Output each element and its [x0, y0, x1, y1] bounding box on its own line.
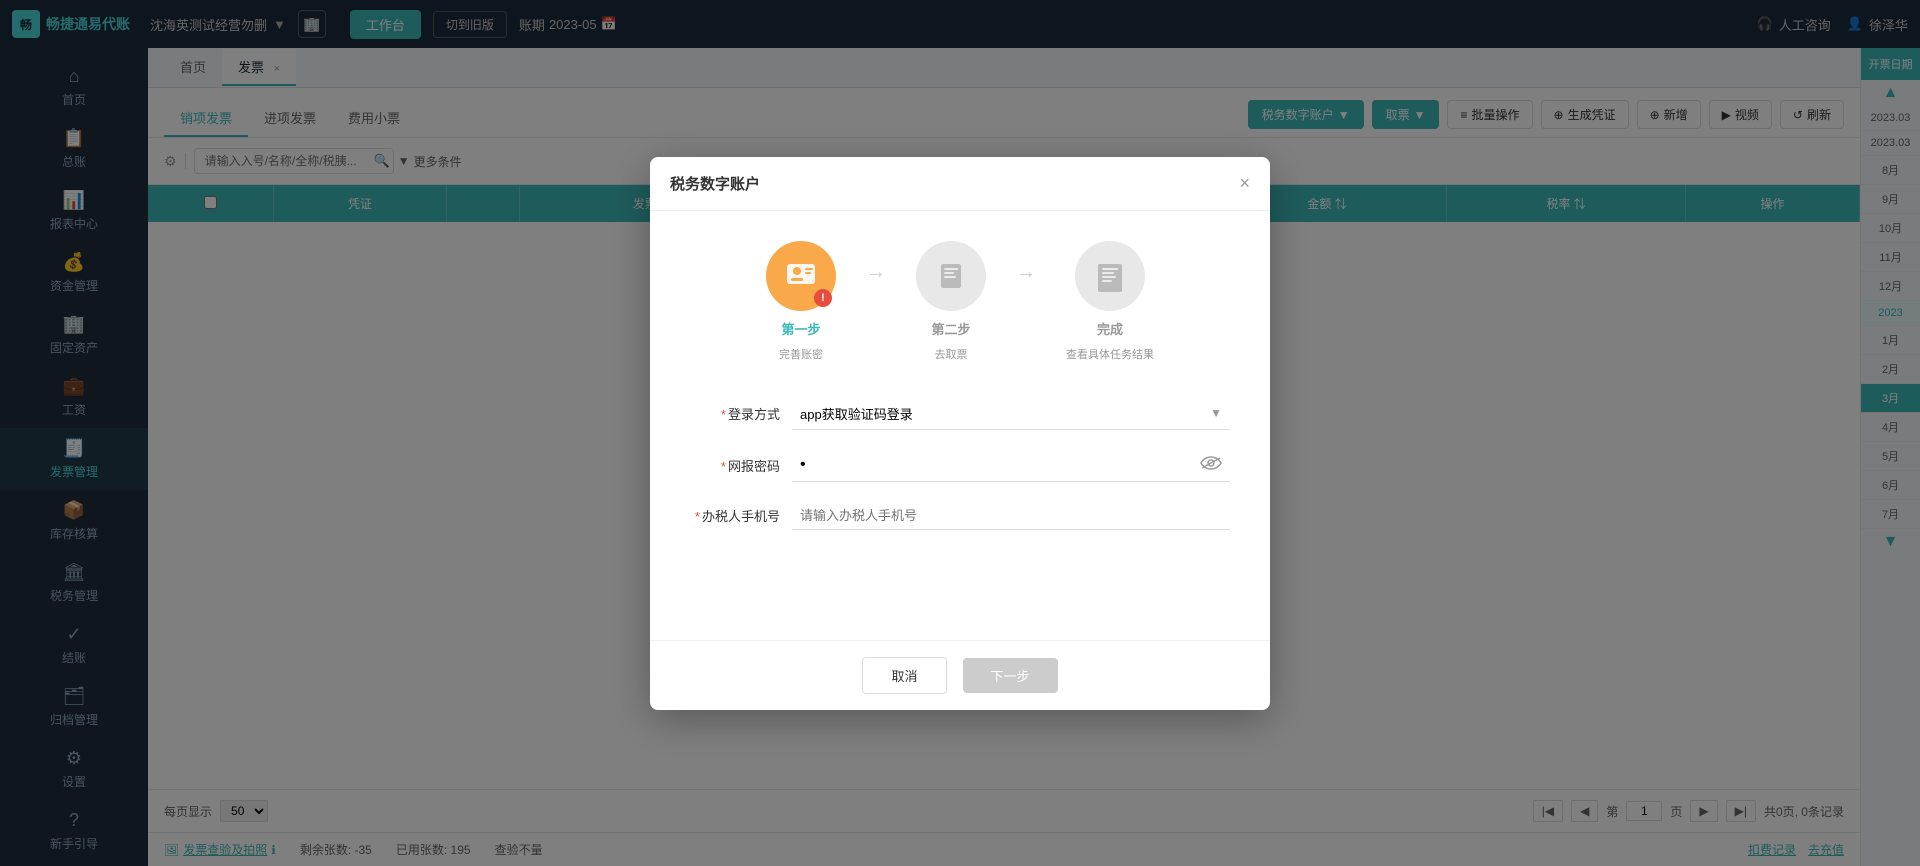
password-row: 网报密码 — [690, 450, 1230, 482]
next-btn[interactable]: 下一步 — [963, 658, 1058, 693]
step-2-label: 第二步 — [931, 319, 970, 338]
login-method-row: 登录方式 app获取验证码登录 ▼ — [690, 398, 1230, 430]
step-2-desc: 去取票 — [935, 346, 968, 362]
steps-container: ! 第一步 完善账密 → — [690, 241, 1230, 362]
step-3-icon — [1075, 241, 1145, 311]
modal-dialog: 税务数字账户 × ! — [650, 157, 1270, 710]
password-field — [792, 450, 1230, 482]
step-1-badge-text: ! — [821, 292, 825, 304]
step-1-desc: 完善账密 — [779, 346, 823, 362]
modal-footer: 取消 下一步 — [650, 640, 1270, 710]
modal-title: 税务数字账户 — [670, 173, 760, 194]
modal-body: ! 第一步 完善账密 → — [650, 211, 1270, 640]
step-2-svg — [933, 258, 969, 294]
step-3-label: 完成 — [1097, 319, 1123, 338]
step-2-icon — [916, 241, 986, 311]
step-2: 第二步 去取票 — [916, 241, 986, 362]
phone-label: 办税人手机号 — [690, 506, 780, 525]
step-3: 完成 查看具体任务结果 — [1066, 241, 1154, 362]
cancel-btn[interactable]: 取消 — [862, 657, 946, 694]
spacer — [690, 550, 1230, 610]
modal-close-btn[interactable]: × — [1239, 174, 1250, 192]
login-method-selector[interactable]: app获取验证码登录 ▼ — [792, 398, 1230, 430]
step-3-svg — [1092, 258, 1128, 294]
modal-overlay: 税务数字账户 × ! — [0, 0, 1920, 866]
login-method-label: 登录方式 — [690, 404, 780, 423]
step-3-desc: 查看具体任务结果 — [1066, 346, 1154, 362]
password-input[interactable] — [800, 456, 1192, 474]
phone-field — [792, 502, 1230, 530]
step-1-svg — [783, 258, 819, 294]
step-arrow-2: → — [986, 261, 1066, 284]
login-method-value: app获取验证码登录 — [800, 404, 913, 423]
step-1: ! 第一步 完善账密 — [766, 241, 836, 362]
modal-header: 税务数字账户 × — [650, 157, 1270, 211]
step-1-badge: ! — [814, 289, 832, 307]
phone-row: 办税人手机号 — [690, 502, 1230, 530]
phone-input[interactable] — [800, 508, 1222, 523]
login-method-arrow-icon: ▼ — [1210, 406, 1222, 420]
password-label: 网报密码 — [690, 456, 780, 475]
step-1-icon: ! — [766, 241, 836, 311]
step-1-label: 第一步 — [781, 319, 820, 338]
step-arrow-1: → — [836, 261, 916, 284]
eye-icon[interactable] — [1200, 456, 1222, 475]
